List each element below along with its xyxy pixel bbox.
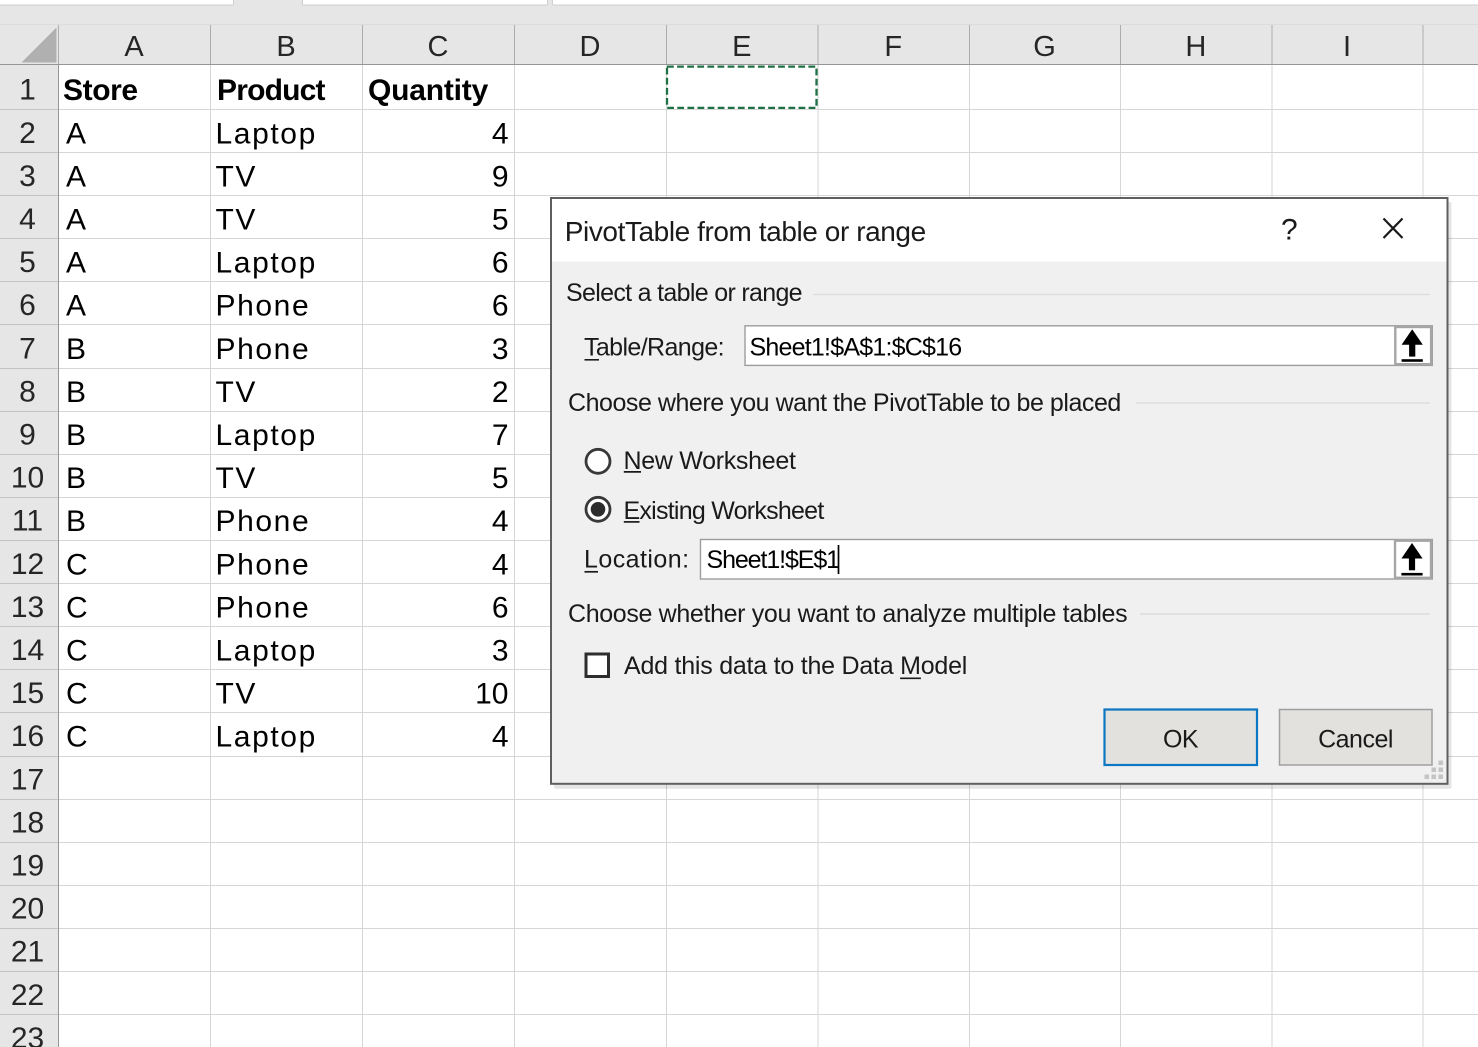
- svg-text:C: C: [66, 548, 88, 581]
- svg-text:Table/Range:: Table/Range:: [584, 334, 724, 362]
- svg-text:4: 4: [492, 505, 509, 538]
- svg-text:Add this data to the Data Mode: Add this data to the Data Model: [624, 652, 967, 680]
- svg-text:4: 4: [492, 117, 509, 150]
- svg-text:10: 10: [475, 678, 508, 711]
- svg-text:H: H: [1185, 31, 1206, 63]
- svg-text:16: 16: [11, 720, 44, 753]
- svg-text:?: ?: [1281, 214, 1298, 247]
- svg-text:5: 5: [492, 462, 509, 495]
- svg-text:22: 22: [11, 979, 44, 1012]
- svg-text:A: A: [66, 247, 86, 280]
- svg-text:B: B: [66, 419, 86, 452]
- svg-text:B: B: [276, 31, 295, 63]
- svg-text:A: A: [66, 290, 86, 323]
- svg-text:11: 11: [12, 505, 43, 538]
- svg-text:9: 9: [19, 419, 36, 452]
- svg-text:Quantity: Quantity: [368, 74, 489, 107]
- svg-text:Phone: Phone: [216, 548, 311, 581]
- svg-text:18: 18: [11, 806, 44, 839]
- svg-text:Store: Store: [63, 74, 138, 107]
- svg-text:Sheet1!$E$1: Sheet1!$E$1: [707, 546, 840, 574]
- svg-text:8: 8: [19, 375, 36, 408]
- svg-text:C: C: [428, 31, 449, 63]
- svg-text:A: A: [66, 117, 86, 150]
- svg-text:Laptop: Laptop: [216, 247, 317, 280]
- svg-text:6: 6: [19, 289, 36, 322]
- svg-text:A: A: [66, 160, 86, 193]
- svg-text:15: 15: [11, 677, 44, 710]
- svg-text:4: 4: [492, 721, 509, 754]
- svg-text:Product: Product: [217, 74, 326, 107]
- svg-text:TV: TV: [216, 678, 258, 711]
- svg-text:C: C: [66, 678, 88, 711]
- svg-text:B: B: [66, 333, 86, 366]
- svg-text:1: 1: [19, 74, 36, 107]
- svg-text:17: 17: [11, 763, 44, 796]
- svg-text:7: 7: [492, 419, 509, 452]
- svg-text:New Worksheet: New Worksheet: [624, 447, 796, 475]
- svg-text:C: C: [66, 721, 88, 754]
- svg-text:Laptop: Laptop: [216, 419, 317, 452]
- svg-text:2: 2: [19, 117, 36, 150]
- svg-text:5: 5: [19, 246, 36, 279]
- svg-text:Phone: Phone: [216, 290, 311, 323]
- svg-text:G: G: [1033, 31, 1056, 63]
- svg-text:7: 7: [19, 332, 36, 365]
- svg-text:4: 4: [19, 203, 36, 236]
- svg-text:TV: TV: [216, 160, 258, 193]
- svg-text:3: 3: [19, 160, 36, 193]
- svg-text:OK: OK: [1163, 726, 1199, 754]
- svg-text:C: C: [66, 591, 88, 624]
- svg-text:E: E: [732, 31, 751, 63]
- svg-text:13: 13: [11, 591, 44, 624]
- svg-text:Location:: Location:: [584, 546, 690, 574]
- svg-text:4: 4: [492, 548, 509, 581]
- svg-text:C: C: [66, 635, 88, 668]
- svg-text:10: 10: [11, 462, 44, 495]
- svg-text:TV: TV: [216, 204, 258, 237]
- svg-text:Laptop: Laptop: [216, 117, 317, 150]
- svg-text:Laptop: Laptop: [216, 635, 317, 668]
- svg-text:2: 2: [492, 376, 509, 409]
- svg-text:Phone: Phone: [216, 591, 311, 624]
- svg-text:21: 21: [11, 936, 44, 969]
- svg-text:Laptop: Laptop: [216, 721, 317, 754]
- svg-text:5: 5: [492, 204, 509, 237]
- svg-text:Existing Worksheet: Existing Worksheet: [624, 497, 825, 525]
- svg-text:TV: TV: [216, 376, 258, 409]
- svg-text:6: 6: [492, 591, 509, 624]
- svg-text:PivotTable from table or range: PivotTable from table or range: [565, 216, 926, 247]
- svg-text:A: A: [66, 204, 86, 237]
- svg-text:Phone: Phone: [216, 333, 311, 366]
- svg-text:A: A: [124, 31, 144, 63]
- svg-text:TV: TV: [216, 462, 258, 495]
- svg-text:B: B: [66, 376, 86, 409]
- svg-text:9: 9: [492, 160, 509, 193]
- svg-text:19: 19: [11, 850, 44, 883]
- svg-text:20: 20: [11, 893, 44, 926]
- svg-text:14: 14: [11, 634, 44, 667]
- svg-text:B: B: [66, 462, 86, 495]
- svg-text:6: 6: [492, 290, 509, 323]
- svg-text:3: 3: [492, 333, 509, 366]
- svg-text:Choose where you want the Pivo: Choose where you want the PivotTable to …: [568, 389, 1121, 417]
- svg-text:B: B: [66, 505, 86, 538]
- svg-text:Select a table or range: Select a table or range: [566, 279, 802, 307]
- svg-text:Choose whether you want to ana: Choose whether you want to analyze multi…: [568, 600, 1127, 628]
- svg-text:F: F: [884, 31, 902, 63]
- svg-text:Phone: Phone: [216, 505, 311, 538]
- svg-text:12: 12: [11, 548, 44, 581]
- svg-text:Sheet1!$A$1:$C$16: Sheet1!$A$1:$C$16: [750, 333, 962, 361]
- svg-text:D: D: [580, 31, 601, 63]
- svg-text:6: 6: [492, 247, 509, 280]
- svg-text:3: 3: [492, 635, 509, 668]
- svg-text:23: 23: [11, 1022, 44, 1047]
- svg-text:I: I: [1343, 31, 1351, 63]
- svg-text:Cancel: Cancel: [1318, 726, 1393, 754]
